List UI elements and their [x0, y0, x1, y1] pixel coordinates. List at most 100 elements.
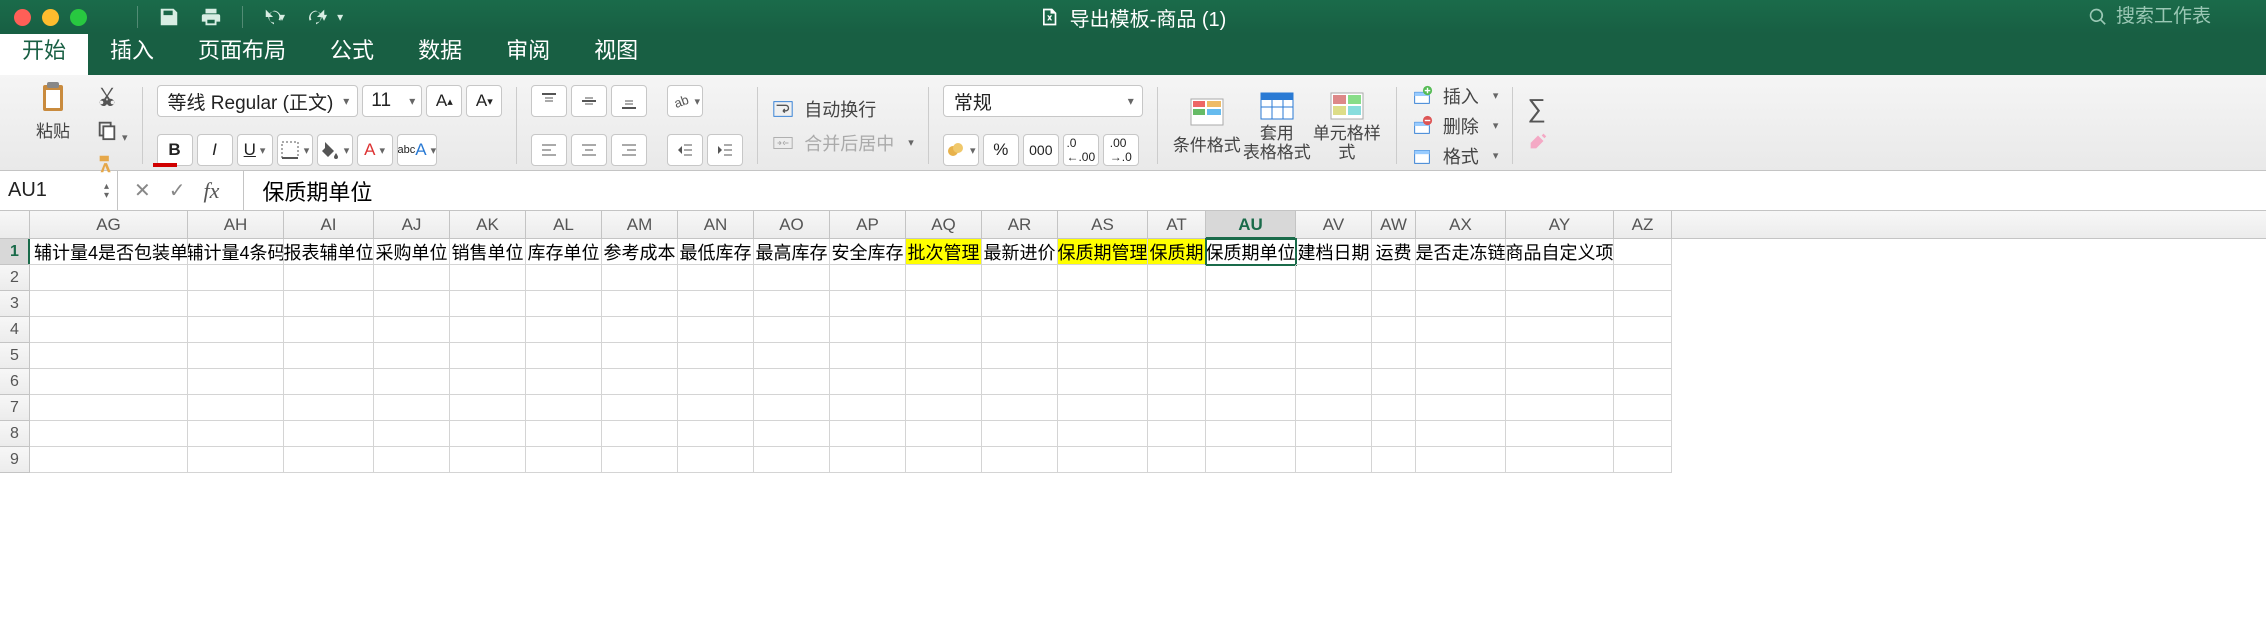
cell[interactable] [30, 265, 188, 291]
cell[interactable] [678, 343, 754, 369]
cell[interactable] [1506, 369, 1614, 395]
align-top-button[interactable] [531, 85, 567, 117]
cell[interactable] [1614, 291, 1672, 317]
format-cells-button[interactable]: 格式 [1411, 143, 1499, 169]
cell[interactable] [906, 343, 982, 369]
cell[interactable] [1206, 395, 1296, 421]
font-name-select[interactable]: 等线 Regular (正文) [157, 85, 359, 117]
cell[interactable] [284, 291, 374, 317]
align-middle-button[interactable] [571, 85, 607, 117]
cell[interactable] [1058, 447, 1148, 473]
cell[interactable] [906, 291, 982, 317]
cell[interactable] [1614, 395, 1672, 421]
cell[interactable]: 最低库存 [678, 239, 754, 265]
cell[interactable] [450, 447, 526, 473]
cell[interactable] [1506, 447, 1614, 473]
cell[interactable] [1506, 343, 1614, 369]
cell[interactable] [188, 369, 284, 395]
cell[interactable] [1206, 447, 1296, 473]
column-header[interactable]: AP [830, 211, 906, 238]
copy-button[interactable] [96, 119, 128, 147]
cell[interactable] [754, 291, 830, 317]
cell[interactable] [602, 291, 678, 317]
cell[interactable] [284, 421, 374, 447]
cell[interactable] [1614, 239, 1672, 265]
cell[interactable] [526, 317, 602, 343]
cell[interactable] [526, 421, 602, 447]
insert-cells-button[interactable]: 插入 [1411, 83, 1499, 109]
cell[interactable] [450, 291, 526, 317]
column-header[interactable]: AV [1296, 211, 1372, 238]
cell[interactable] [982, 395, 1058, 421]
cell[interactable] [1614, 421, 1672, 447]
cell[interactable] [30, 421, 188, 447]
cell[interactable] [906, 369, 982, 395]
cell[interactable] [450, 369, 526, 395]
row-header[interactable]: 6 [0, 369, 30, 395]
qat-customize-icon[interactable]: ▾ [337, 10, 343, 24]
cell[interactable] [188, 395, 284, 421]
percent-button[interactable]: % [983, 134, 1019, 166]
cell[interactable] [374, 395, 450, 421]
cell[interactable] [450, 265, 526, 291]
merge-center-button[interactable]: 合并后居中 [772, 130, 914, 156]
cell[interactable] [188, 291, 284, 317]
cell[interactable] [1296, 421, 1372, 447]
cell[interactable] [284, 317, 374, 343]
cell[interactable] [678, 447, 754, 473]
cell[interactable] [1372, 395, 1416, 421]
column-header[interactable]: AJ [374, 211, 450, 238]
cell[interactable] [374, 317, 450, 343]
cell[interactable] [1296, 395, 1372, 421]
column-header[interactable]: AX [1416, 211, 1506, 238]
column-header[interactable]: AY [1506, 211, 1614, 238]
paste-button[interactable]: 粘贴 [18, 81, 88, 142]
save-icon[interactable] [158, 6, 180, 28]
cell[interactable] [1416, 343, 1506, 369]
cell[interactable] [374, 421, 450, 447]
cell[interactable] [754, 395, 830, 421]
number-format-select[interactable]: 常规 [943, 85, 1143, 117]
cell[interactable] [678, 395, 754, 421]
cell[interactable] [1506, 317, 1614, 343]
column-header[interactable]: AO [754, 211, 830, 238]
cell[interactable] [284, 447, 374, 473]
cell[interactable] [602, 317, 678, 343]
column-header[interactable]: AT [1148, 211, 1206, 238]
cell[interactable] [30, 447, 188, 473]
cell[interactable] [1206, 343, 1296, 369]
cell[interactable] [1148, 291, 1206, 317]
row-header[interactable]: 9 [0, 447, 30, 473]
cell[interactable] [1148, 369, 1206, 395]
cell[interactable] [906, 265, 982, 291]
cell[interactable] [754, 343, 830, 369]
cell[interactable] [602, 343, 678, 369]
column-header[interactable]: AI [284, 211, 374, 238]
cell[interactable] [678, 265, 754, 291]
cell[interactable] [602, 265, 678, 291]
minimize-window-button[interactable] [42, 9, 59, 26]
cell[interactable]: 保质期管理 [1058, 239, 1148, 265]
cell[interactable] [754, 265, 830, 291]
cell[interactable] [1206, 369, 1296, 395]
cell[interactable] [1058, 265, 1148, 291]
row-header[interactable]: 4 [0, 317, 30, 343]
cell[interactable] [1296, 343, 1372, 369]
cell[interactable] [602, 395, 678, 421]
search-box[interactable] [2088, 6, 2256, 28]
column-header[interactable]: AS [1058, 211, 1148, 238]
cell[interactable]: 运费 [1372, 239, 1416, 265]
font-color-button[interactable]: A [357, 134, 393, 166]
cell-styles-button[interactable]: 单元格样式 [1312, 89, 1382, 162]
cut-button[interactable] [96, 85, 128, 113]
column-header[interactable]: AN [678, 211, 754, 238]
cell[interactable] [1506, 265, 1614, 291]
enter-formula-button[interactable]: ✓ [169, 178, 186, 203]
cell[interactable] [526, 343, 602, 369]
cell[interactable] [830, 343, 906, 369]
increase-indent-button[interactable] [707, 134, 743, 166]
redo-button[interactable]: ▾ [305, 6, 327, 28]
cell[interactable] [1372, 343, 1416, 369]
cancel-formula-button[interactable]: ✕ [134, 178, 151, 203]
column-header[interactable]: AU [1206, 211, 1296, 238]
